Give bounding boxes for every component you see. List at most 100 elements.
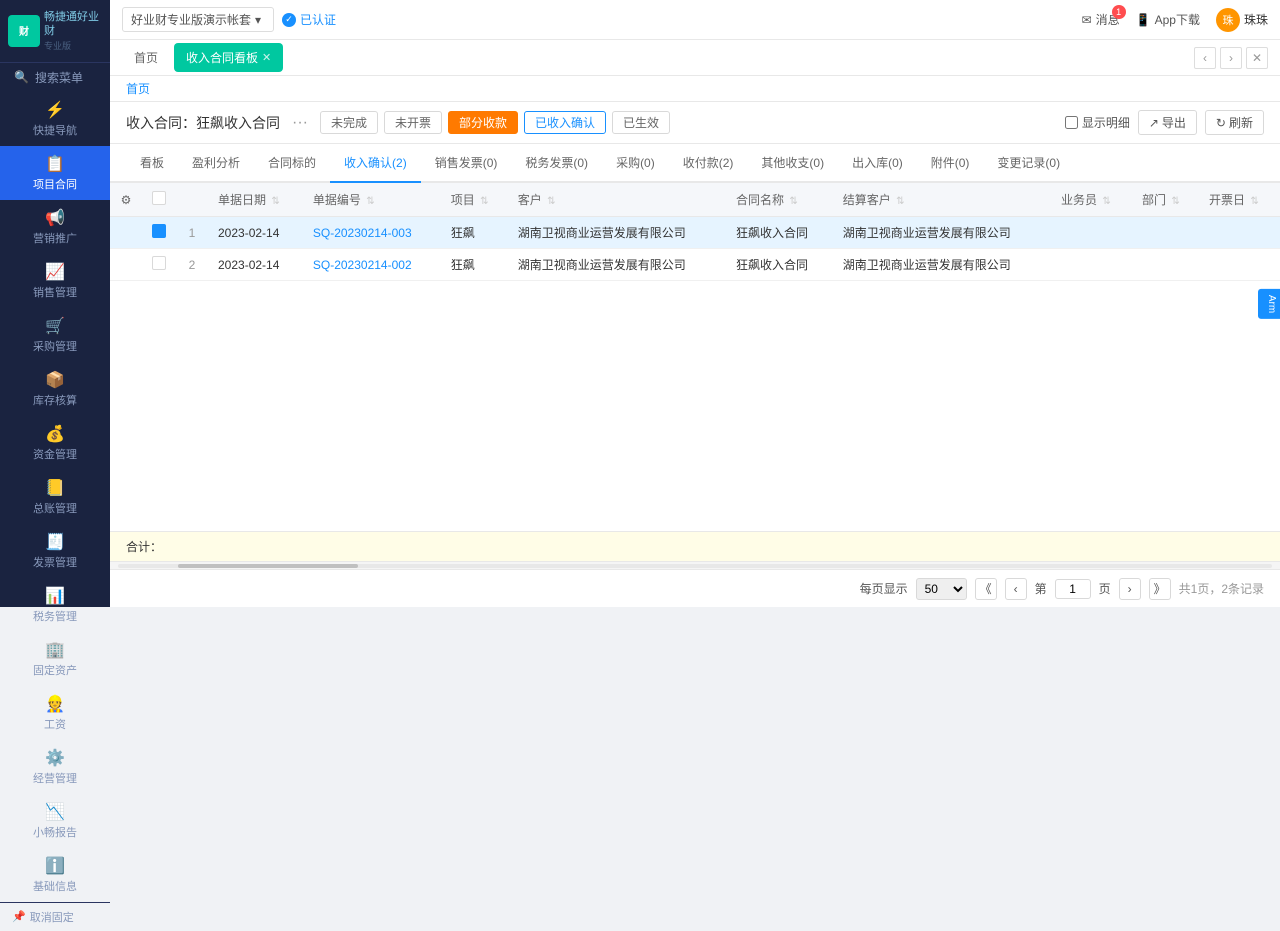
sidebar-item-purchase[interactable]: 🛒 采购管理 xyxy=(0,308,110,362)
status-confirmed[interactable]: 已收入确认 xyxy=(524,111,606,134)
table-row[interactable]: 1 2023-02-14 SQ-20230214-003 狂飙 湖南卫视商业运营… xyxy=(110,217,1280,249)
status-uninvoiced[interactable]: 未开票 xyxy=(384,111,442,134)
breadcrumb[interactable]: 首页 xyxy=(126,80,150,97)
sort-settle-customer-icon: ⇅ xyxy=(896,196,904,207)
sidebar-item-general-ledger[interactable]: 📒 总账管理 xyxy=(0,470,110,524)
col-settle-customer-header[interactable]: 结算客户 ⇅ xyxy=(833,183,1051,217)
sidebar: 财 畅捷通好业财 专业版 🔍 搜索菜单 ⚡ 快捷导航 📋 项目合同 📢 营销推广… xyxy=(0,0,110,607)
app-download-label: App下载 xyxy=(1155,11,1200,28)
pin-label: 取消固定 xyxy=(30,909,74,925)
invoice-icon: 🧾 xyxy=(45,532,65,552)
tab-prev-btn[interactable]: ‹ xyxy=(1194,47,1216,69)
tab-payment[interactable]: 收付款(2) xyxy=(669,144,748,183)
export-btn[interactable]: ↗ 导出 xyxy=(1138,110,1197,135)
sidebar-item-inventory[interactable]: 📦 库存核算 xyxy=(0,362,110,416)
per-page-label: 每页显示 xyxy=(860,580,908,597)
order-no-link[interactable]: SQ-20230214-003 xyxy=(313,226,412,240)
content-tabs: 看板 盈利分析 合同标的 收入确认(2) 销售发票(0) 税务发票(0) 采购(… xyxy=(110,144,1280,183)
next-page-btn[interactable]: › xyxy=(1119,578,1141,600)
select-all-checkbox[interactable] xyxy=(152,191,166,205)
message-btn[interactable]: ✉ 消息 1 xyxy=(1082,11,1120,28)
tab-kanban[interactable]: 看板 xyxy=(126,144,178,183)
sidebar-item-fund[interactable]: 💰 资金管理 xyxy=(0,416,110,470)
tab-profit-analysis[interactable]: 盈利分析 xyxy=(178,144,254,183)
sidebar-item-sales[interactable]: 📈 销售管理 xyxy=(0,254,110,308)
sidebar-item-tax[interactable]: 📊 税务管理 xyxy=(0,578,110,632)
sidebar-pin-toggle[interactable]: 📌 取消固定 xyxy=(0,902,110,931)
col-contract-name-header[interactable]: 合同名称 ⇅ xyxy=(726,183,833,217)
sidebar-item-hr[interactable]: 👷 工资 xyxy=(0,686,110,740)
summary-label: 合计： xyxy=(126,538,162,555)
tab-tax-invoice[interactable]: 税务发票(0) xyxy=(511,144,602,183)
scrollbar-area[interactable] xyxy=(110,561,1280,569)
purchase-label: 采购管理 xyxy=(33,338,77,354)
tab-sales-invoice[interactable]: 销售发票(0) xyxy=(421,144,512,183)
search-menu[interactable]: 🔍 搜索菜单 xyxy=(0,63,110,92)
tab-attachments[interactable]: 附件(0) xyxy=(917,144,984,183)
project-contract-label: 项目合同 xyxy=(33,176,77,192)
tab-home[interactable]: 首页 xyxy=(122,43,170,72)
show-detail-checkbox-area[interactable]: 显示明细 xyxy=(1065,114,1130,131)
status-effective[interactable]: 已生效 xyxy=(612,111,670,134)
scrollbar-thumb[interactable] xyxy=(178,564,358,568)
col-order-no-header[interactable]: 单据编号 ⇅ xyxy=(303,183,441,217)
sidebar-item-invoice[interactable]: 🧾 发票管理 xyxy=(0,524,110,578)
cell-order-no[interactable]: SQ-20230214-002 xyxy=(303,249,441,281)
col-project-header[interactable]: 项目 ⇅ xyxy=(441,183,508,217)
first-page-btn[interactable]: 《 xyxy=(975,578,997,600)
tab-next-btn[interactable]: › xyxy=(1220,47,1242,69)
app-download-btn[interactable]: 📱 App下载 xyxy=(1136,11,1200,28)
show-detail-checkbox[interactable] xyxy=(1065,116,1078,129)
cell-open-date xyxy=(1199,217,1280,249)
tab-close-icon[interactable]: ✕ xyxy=(262,51,271,64)
summary-row: 合计： xyxy=(110,531,1280,561)
sort-open-date-icon: ⇅ xyxy=(1250,196,1258,207)
sidebar-item-fixed-assets[interactable]: 🏢 固定资产 xyxy=(0,632,110,686)
col-settings[interactable]: ⚙ xyxy=(110,183,142,217)
sidebar-item-basic-info[interactable]: ℹ️ 基础信息 xyxy=(0,848,110,902)
cell-contract-name: 狂飙收入合同 xyxy=(726,217,833,249)
sidebar-item-project-contract[interactable]: 📋 项目合同 xyxy=(0,146,110,200)
order-no-link[interactable]: SQ-20230214-002 xyxy=(313,258,412,272)
status-partial-receipt[interactable]: 部分收款 xyxy=(448,111,518,134)
page-label-suffix: 页 xyxy=(1099,580,1111,597)
sidebar-item-ops[interactable]: ⚙️ 经营管理 xyxy=(0,740,110,794)
table-body: 1 2023-02-14 SQ-20230214-003 狂飙 湖南卫视商业运营… xyxy=(110,217,1280,281)
sidebar-item-marketing[interactable]: 📢 营销推广 xyxy=(0,200,110,254)
current-page-input[interactable]: 1 xyxy=(1055,579,1091,599)
user-area[interactable]: 珠 珠珠 xyxy=(1216,8,1268,32)
cell-department xyxy=(1132,217,1199,249)
col-department-header[interactable]: 部门 ⇅ xyxy=(1132,183,1199,217)
tab-contract-board[interactable]: 收入合同看板 ✕ xyxy=(174,43,283,72)
tab-other-income[interactable]: 其他收支(0) xyxy=(747,144,838,183)
sidebar-item-reports[interactable]: 📉 小畅报告 xyxy=(0,794,110,848)
tab-close-all-btn[interactable]: ✕ xyxy=(1246,47,1268,69)
refresh-btn[interactable]: ↻ 刷新 xyxy=(1205,110,1264,135)
cell-num: 1 xyxy=(176,217,208,249)
floating-arm-btn[interactable]: Arm xyxy=(1258,288,1280,318)
cell-checkbox[interactable] xyxy=(142,249,176,281)
prev-page-btn[interactable]: ‹ xyxy=(1005,578,1027,600)
status-unfinished[interactable]: 未完成 xyxy=(320,111,378,134)
col-open-date-header[interactable]: 开票日 ⇅ xyxy=(1199,183,1280,217)
col-salesperson-header[interactable]: 业务员 ⇅ xyxy=(1051,183,1132,217)
cell-order-no[interactable]: SQ-20230214-003 xyxy=(303,217,441,249)
scrollbar-track xyxy=(118,564,1272,568)
table-row[interactable]: 2 2023-02-14 SQ-20230214-002 狂飙 湖南卫视商业运营… xyxy=(110,249,1280,281)
sidebar-item-quick-nav[interactable]: ⚡ 快捷导航 xyxy=(0,92,110,146)
tab-income-confirm[interactable]: 收入确认(2) xyxy=(330,144,421,183)
cell-checkbox[interactable] xyxy=(142,217,176,249)
tab-contract-subject[interactable]: 合同标的 xyxy=(254,144,330,183)
page-title: 收入合同：狂飙收入合同 xyxy=(126,113,280,133)
col-date-header[interactable]: 单据日期 ⇅ xyxy=(208,183,303,217)
tab-change-records[interactable]: 变更记录(0) xyxy=(983,144,1074,183)
col-customer-header[interactable]: 客户 ⇅ xyxy=(508,183,726,217)
last-page-btn[interactable]: 》 xyxy=(1149,578,1171,600)
more-options-icon[interactable]: ··· xyxy=(292,114,308,132)
tab-purchase[interactable]: 采购(0) xyxy=(602,144,669,183)
company-selector[interactable]: 好业财专业版演示帐套 ▾ xyxy=(122,7,274,32)
export-icon: ↗ xyxy=(1149,116,1159,130)
tab-in-out-storage[interactable]: 出入库(0) xyxy=(838,144,917,183)
per-page-select[interactable]: 50 100 200 xyxy=(916,578,967,600)
tab-home-label: 首页 xyxy=(134,49,158,66)
